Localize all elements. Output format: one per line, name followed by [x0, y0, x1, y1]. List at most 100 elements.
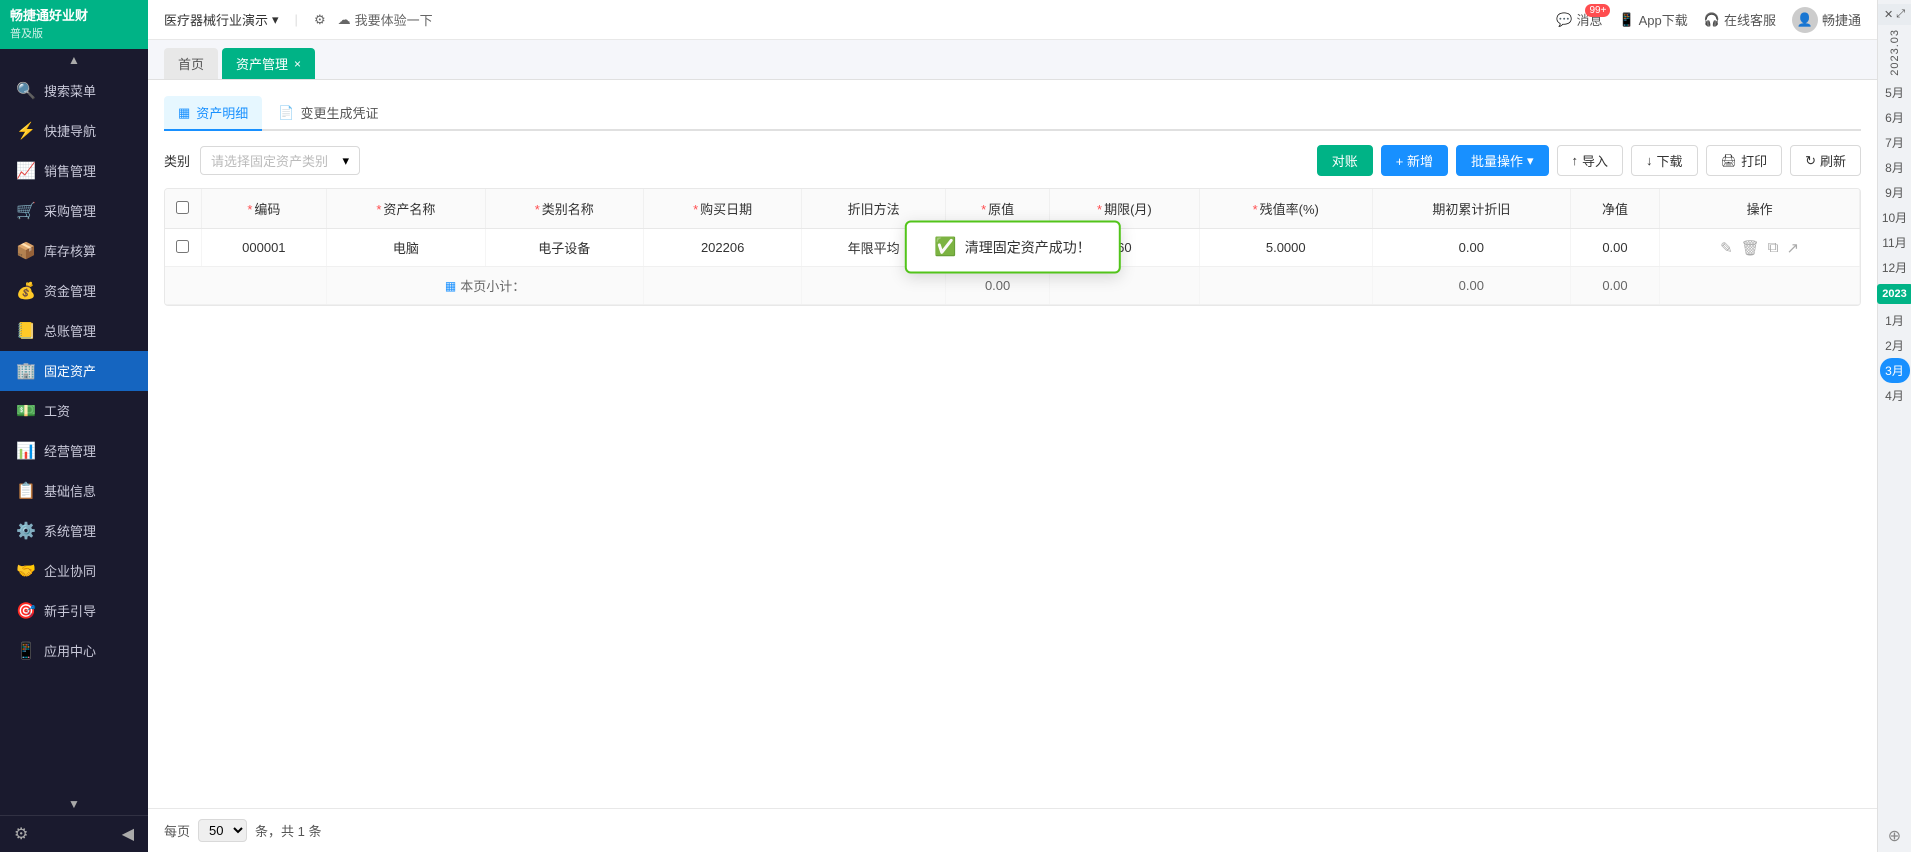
success-message: 清理固定资产成功！ [965, 237, 1091, 257]
month-item-4[interactable]: 4月 [1880, 383, 1910, 408]
app-download-button[interactable]: 📱 App下载 [1618, 10, 1687, 29]
col-name: *资产名称 [327, 189, 485, 229]
sidebar-item-label: 工资 [44, 401, 70, 420]
col-code: *编码 [201, 189, 327, 229]
sub-tab-change-voucher[interactable]: 📄 变更生成凭证 [264, 96, 392, 131]
copy-icon[interactable]: ⧉ [1768, 239, 1779, 257]
new-label: + 新增 [1396, 151, 1433, 170]
refresh-button[interactable]: ↻ 刷新 [1790, 145, 1861, 176]
user-name: 畅捷通 [1822, 10, 1861, 29]
purchase-icon: 🛒 [16, 201, 36, 221]
sidebar-item-base-info[interactable]: 📋 基础信息 [0, 471, 148, 511]
expand-panel-icon[interactable]: ⤢ [1896, 8, 1905, 21]
month-item-10[interactable]: 10月 [1880, 205, 1910, 230]
tab-asset-management[interactable]: 资产管理 × [222, 48, 315, 79]
sidebar-item-label: 总账管理 [44, 321, 96, 340]
sales-icon: 📈 [16, 161, 36, 181]
company-selector[interactable]: 医疗器械行业演示 ▾ [164, 10, 279, 29]
col-initial-accumulated: 期初累计折旧 [1372, 189, 1570, 229]
month-item-2[interactable]: 2月 [1880, 333, 1910, 358]
month-item-7[interactable]: 7月 [1880, 130, 1910, 155]
sidebar-item-label: 系统管理 [44, 521, 96, 540]
sidebar-item-salary[interactable]: 💵 工资 [0, 391, 148, 431]
select-all-checkbox[interactable] [176, 201, 189, 214]
asset-table-wrapper: *编码 *资产名称 *类别名称 *购买日期 折旧方法 *原值 *期限(月) *残… [164, 188, 1861, 306]
collapse-icon[interactable]: ◀ [122, 824, 134, 844]
sidebar-item-sales[interactable]: 📈 销售管理 [0, 151, 148, 191]
sidebar-item-operations[interactable]: 📊 经营管理 [0, 431, 148, 471]
ledger-icon: 📒 [16, 321, 36, 341]
new-button[interactable]: + 新增 [1381, 145, 1448, 176]
category-select[interactable]: 请选择固定资产类别 ▾ [200, 146, 360, 175]
print-button[interactable]: 🖨 打印 [1706, 145, 1783, 176]
sidebar-item-system[interactable]: ⚙️ 系统管理 [0, 511, 148, 551]
col-residual-rate: *残值率(%) [1199, 189, 1372, 229]
sidebar-item-guide[interactable]: 🎯 新手引导 [0, 591, 148, 631]
pagination-bar: 每页 50 条，共 1 条 [148, 808, 1877, 852]
salary-icon: 💵 [16, 401, 36, 421]
settings-icon[interactable]: ⚙ [14, 824, 28, 844]
reconcile-button[interactable]: 对账 [1317, 145, 1373, 176]
sidebar-item-app-center[interactable]: 📱 应用中心 [0, 631, 148, 671]
close-panel-icon[interactable]: ✕ [1884, 8, 1893, 21]
month-item-12[interactable]: 12月 [1880, 255, 1910, 280]
experience-label: 我要体验一下 [355, 10, 433, 29]
download-button[interactable]: ↓ 下载 [1631, 145, 1698, 176]
topbar-right: 💬 消息 99+ 📱 App下载 🎧 在线客服 👤 畅捷通 [1556, 7, 1861, 33]
sidebar-item-label: 快捷导航 [44, 121, 96, 140]
right-panel: ✕ ⤢ 2023.03 5月 6月 7月 8月 9月 10月 11月 12月 2… [1877, 0, 1911, 852]
scroll-down-panel-icon[interactable]: ⊕ [1886, 820, 1903, 852]
panel-header: ✕ ⤢ [1878, 4, 1911, 25]
refresh-label: 刷新 [1820, 151, 1846, 170]
month-item-8[interactable]: 8月 [1880, 155, 1910, 180]
month-item-6[interactable]: 6月 [1880, 105, 1910, 130]
month-item-5[interactable]: 5月 [1880, 80, 1910, 105]
tab-close-icon[interactable]: × [294, 57, 301, 71]
sidebar-scroll-down[interactable]: ▼ [0, 793, 148, 815]
sidebar-item-quick-nav[interactable]: ⚡ 快捷导航 [0, 111, 148, 151]
more-icon[interactable]: ↗ [1787, 239, 1800, 257]
topbar: 医疗器械行业演示 ▾ | ⚙ ☁ 我要体验一下 💬 消息 99+ 📱 App下载… [148, 0, 1877, 40]
month-item-3[interactable]: 3月 [1880, 358, 1910, 383]
sidebar-item-label: 基础信息 [44, 481, 96, 500]
sidebar-item-purchase[interactable]: 🛒 采购管理 [0, 191, 148, 231]
settings-gear[interactable]: ⚙ [314, 12, 326, 28]
tab-home[interactable]: 首页 [164, 48, 218, 79]
month-item-1[interactable]: 1月 [1880, 308, 1910, 333]
user-avatar-area[interactable]: 👤 畅捷通 [1792, 7, 1861, 33]
month-item-11[interactable]: 11月 [1880, 230, 1910, 255]
online-service-button[interactable]: 🎧 在线客服 [1704, 10, 1776, 29]
sidebar-scroll-up[interactable]: ▲ [0, 49, 148, 71]
import-button[interactable]: ↑ 导入 [1557, 145, 1624, 176]
sidebar-item-fixed-assets[interactable]: 🏢 固定资产 [0, 351, 148, 391]
experience-button[interactable]: ☁ 我要体验一下 [338, 10, 433, 29]
message-badge: 99+ [1585, 4, 1610, 17]
cell-original-value: ✅ 清理固定资产成功！ [946, 229, 1050, 267]
asset-table: *编码 *资产名称 *类别名称 *购买日期 折旧方法 *原值 *期限(月) *残… [165, 189, 1860, 305]
company-dropdown-icon: ▾ [272, 12, 279, 28]
sidebar-item-label: 经营管理 [44, 441, 96, 460]
change-voucher-icon: 📄 [278, 105, 294, 121]
col-action: 操作 [1660, 189, 1860, 229]
sidebar-item-enterprise[interactable]: 🤝 企业协同 [0, 551, 148, 591]
message-icon: 💬 [1556, 12, 1572, 28]
batch-ops-button[interactable]: 批量操作 ▾ [1456, 145, 1549, 176]
sidebar-item-capital[interactable]: 💰 资金管理 [0, 271, 148, 311]
year-marker: 2023 [1877, 284, 1911, 304]
app-download-label: App下载 [1639, 10, 1688, 29]
cell-action: ✎ 🗑 ⧉ ↗ [1660, 229, 1860, 267]
service-icon: 🎧 [1704, 12, 1720, 28]
sidebar-item-label: 应用中心 [44, 641, 96, 660]
cell-code: 000001 [201, 229, 327, 267]
edit-icon[interactable]: ✎ [1720, 239, 1733, 257]
delete-icon[interactable]: 🗑 [1741, 239, 1760, 257]
sidebar-item-ledger[interactable]: 📒 总账管理 [0, 311, 148, 351]
month-item-9[interactable]: 9月 [1880, 180, 1910, 205]
row-checkbox[interactable] [176, 240, 189, 253]
sidebar-item-inventory[interactable]: 📦 库存核算 [0, 231, 148, 271]
message-button[interactable]: 💬 消息 99+ [1556, 10, 1602, 29]
per-page-select[interactable]: 50 [198, 819, 247, 842]
sidebar-item-search[interactable]: 🔍 搜索菜单 [0, 71, 148, 111]
sub-tab-asset-detail[interactable]: ▦ 资产明细 [164, 96, 262, 131]
app-center-icon: 📱 [16, 641, 36, 661]
